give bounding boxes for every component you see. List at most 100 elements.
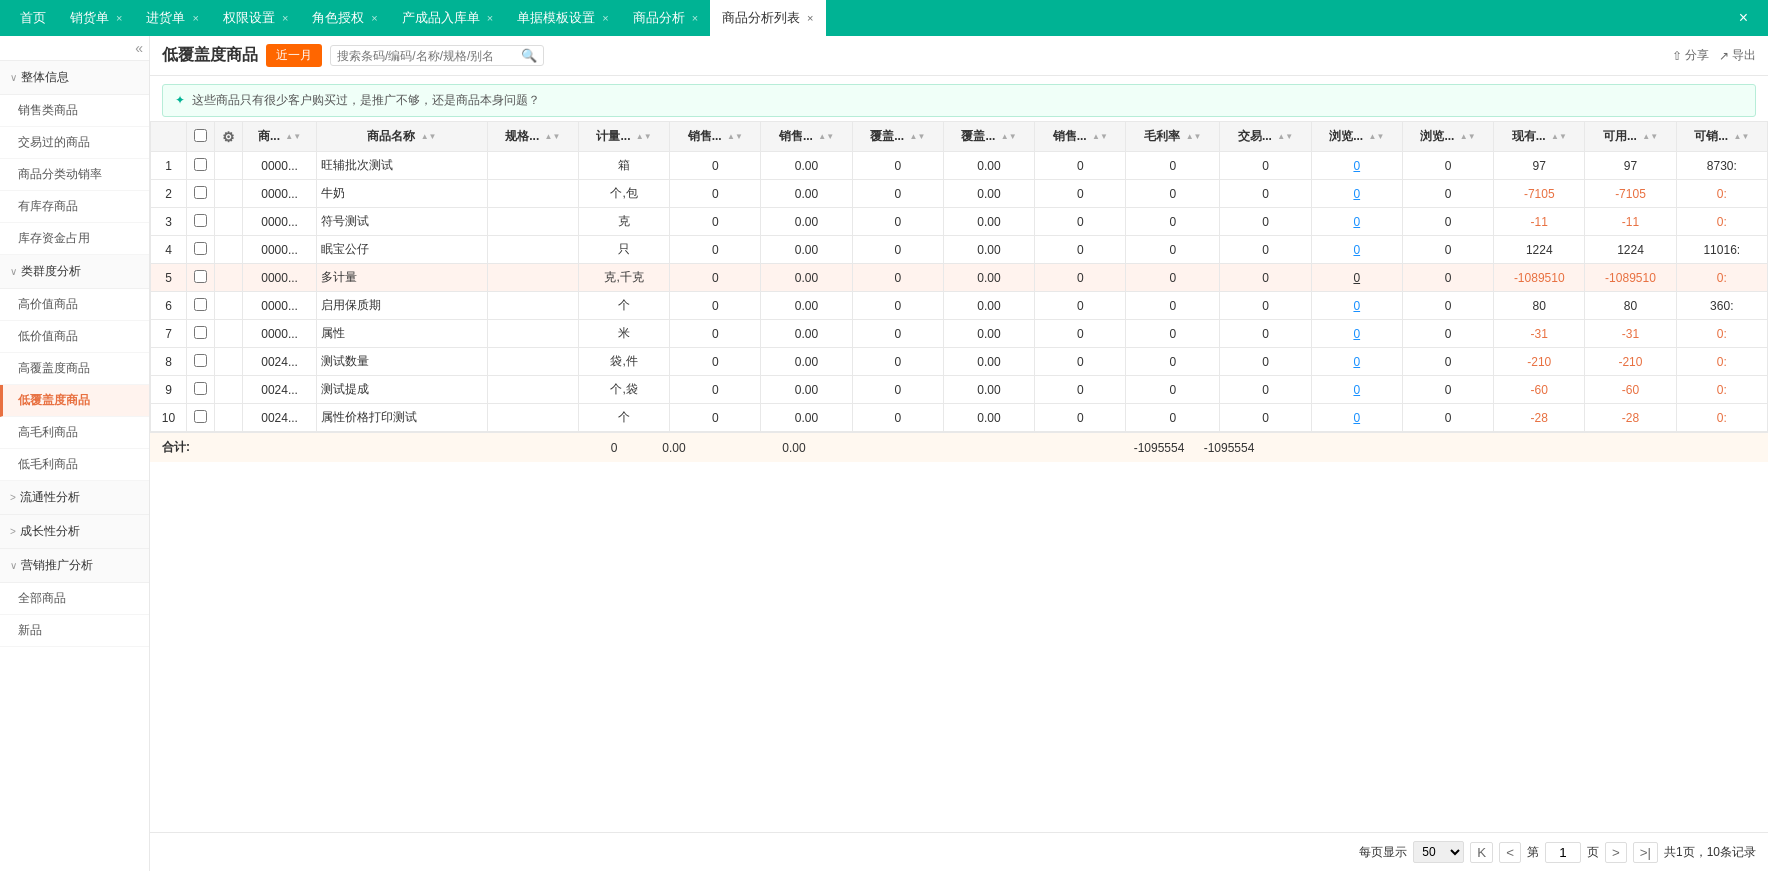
sidebar-collapse-button[interactable]: « — [0, 36, 149, 61]
row-checkbox[interactable] — [194, 298, 207, 311]
sidebar-item-category-rate[interactable]: 商品分类动销率 — [0, 159, 149, 191]
row-browse1[interactable]: 0 — [1311, 320, 1402, 348]
row-browse1[interactable]: 0 — [1311, 404, 1402, 432]
col-sellable[interactable]: 可销... ▲▼ — [1676, 122, 1767, 152]
sidebar-group-category-analysis[interactable]: ∨ 类群度分析 — [0, 255, 149, 289]
row-checkbox-cell[interactable] — [187, 208, 215, 236]
col-spec[interactable]: 规格... ▲▼ — [487, 122, 578, 152]
col-settings[interactable]: ⚙ — [215, 122, 243, 152]
row-browse1[interactable]: 0 — [1311, 180, 1402, 208]
row-checkbox-cell[interactable] — [187, 320, 215, 348]
sidebar-item-traded-products[interactable]: 交易过的商品 — [0, 127, 149, 159]
nav-purchase-order[interactable]: 进货单 × — [134, 0, 210, 36]
col-margin[interactable]: 毛利率 ▲▼ — [1126, 122, 1220, 152]
nav-sales-order[interactable]: 销货单 × — [58, 0, 134, 36]
row-browse1[interactable]: 0 — [1311, 264, 1402, 292]
sidebar-group-growth[interactable]: > 成长性分析 — [0, 515, 149, 549]
nav-close-icon[interactable]: × — [371, 0, 377, 36]
col-code[interactable]: 商... ▲▼ — [243, 122, 317, 152]
nav-close-icon[interactable]: × — [487, 0, 493, 36]
col-sales2[interactable]: 销售... ▲▼ — [1035, 122, 1126, 152]
sidebar-item-new-products[interactable]: 新品 — [0, 615, 149, 647]
share-button[interactable]: ⇧ 分享 — [1672, 47, 1709, 64]
row-checkbox-cell[interactable] — [187, 348, 215, 376]
row-checkbox[interactable] — [194, 410, 207, 423]
sidebar-group-marketing[interactable]: ∨ 营销推广分析 — [0, 549, 149, 583]
row-checkbox[interactable] — [194, 270, 207, 283]
row-checkbox-cell[interactable] — [187, 404, 215, 432]
col-current[interactable]: 现有... ▲▼ — [1494, 122, 1585, 152]
row-checkbox-cell[interactable] — [187, 292, 215, 320]
prev-page-button[interactable]: < — [1499, 842, 1521, 863]
row-checkbox-cell[interactable] — [187, 376, 215, 404]
col-trade[interactable]: 交易... ▲▼ — [1220, 122, 1311, 152]
search-icon[interactable]: 🔍 — [521, 48, 537, 63]
row-checkbox[interactable] — [194, 214, 207, 227]
last-page-button[interactable]: >| — [1633, 842, 1658, 863]
window-close-button[interactable]: × — [1727, 9, 1760, 27]
row-browse1[interactable]: 0 — [1311, 236, 1402, 264]
nav-template-settings[interactable]: 单据模板设置 × — [505, 0, 620, 36]
nav-close-icon[interactable]: × — [192, 0, 198, 36]
select-all-checkbox[interactable] — [194, 129, 207, 142]
sidebar-item-low-coverage[interactable]: 低覆盖度商品 — [0, 385, 149, 417]
sidebar-group-liquidity[interactable]: > 流通性分析 — [0, 481, 149, 515]
nav-home[interactable]: 首页 — [8, 0, 58, 36]
row-browse1[interactable]: 0 — [1311, 152, 1402, 180]
sidebar-item-high-margin[interactable]: 高毛利商品 — [0, 417, 149, 449]
row-browse1[interactable]: 0 — [1311, 348, 1402, 376]
sidebar-item-sales-products[interactable]: 销售类商品 — [0, 95, 149, 127]
row-browse2: 0 — [1402, 404, 1493, 432]
row-checkbox-cell[interactable] — [187, 236, 215, 264]
col-cover1[interactable]: 覆盖... ▲▼ — [852, 122, 943, 152]
sidebar-item-low-margin[interactable]: 低毛利商品 — [0, 449, 149, 481]
row-checkbox[interactable] — [194, 242, 207, 255]
col-name[interactable]: 商品名称 ▲▼ — [317, 122, 488, 152]
col-browse1[interactable]: 浏览... ▲▼ — [1311, 122, 1402, 152]
sidebar-item-high-coverage[interactable]: 高覆盖度商品 — [0, 353, 149, 385]
row-browse1[interactable]: 0 — [1311, 208, 1402, 236]
row-checkbox-cell[interactable] — [187, 180, 215, 208]
nav-close-icon[interactable]: × — [282, 0, 288, 36]
first-page-button[interactable]: K — [1470, 842, 1493, 863]
sidebar-item-low-value[interactable]: 低价值商品 — [0, 321, 149, 353]
next-page-button[interactable]: > — [1605, 842, 1627, 863]
export-button[interactable]: ↗ 导出 — [1719, 47, 1756, 64]
nav-close-icon[interactable]: × — [807, 0, 813, 36]
row-browse1[interactable]: 0 — [1311, 376, 1402, 404]
col-unit[interactable]: 计量... ▲▼ — [578, 122, 669, 152]
nav-close-icon[interactable]: × — [116, 0, 122, 36]
nav-close-icon[interactable]: × — [692, 0, 698, 36]
row-checkbox-cell[interactable] — [187, 264, 215, 292]
col-available[interactable]: 可用... ▲▼ — [1585, 122, 1676, 152]
nav-product-warehouse[interactable]: 产成品入库单 × — [390, 0, 505, 36]
sidebar-item-inventory-capital[interactable]: 库存资金占用 — [0, 223, 149, 255]
nav-product-analysis[interactable]: 商品分析 × — [621, 0, 710, 36]
search-input[interactable] — [337, 49, 517, 63]
row-checkbox[interactable] — [194, 382, 207, 395]
sidebar-item-all-products[interactable]: 全部商品 — [0, 583, 149, 615]
row-browse1[interactable]: 0 — [1311, 292, 1402, 320]
nav-close-icon[interactable]: × — [602, 0, 608, 36]
per-page-select[interactable]: 50 20 100 — [1413, 841, 1464, 863]
nav-permission-settings[interactable]: 权限设置 × — [211, 0, 300, 36]
sidebar-item-high-value[interactable]: 高价值商品 — [0, 289, 149, 321]
row-checkbox-cell[interactable] — [187, 152, 215, 180]
page-suffix: 页 — [1587, 844, 1599, 861]
col-browse2[interactable]: 浏览... ▲▼ — [1402, 122, 1493, 152]
col-sales-qty[interactable]: 销售... ▲▼ — [670, 122, 761, 152]
col-cover2[interactable]: 覆盖... ▲▼ — [943, 122, 1034, 152]
row-checkbox[interactable] — [194, 326, 207, 339]
row-checkbox[interactable] — [194, 186, 207, 199]
row-checkbox[interactable] — [194, 158, 207, 171]
row-spec — [487, 320, 578, 348]
row-checkbox[interactable] — [194, 354, 207, 367]
nav-role-auth[interactable]: 角色授权 × — [300, 0, 389, 36]
nav-product-analysis-list[interactable]: 商品分析列表 × — [710, 0, 825, 36]
date-filter-button[interactable]: 近一月 — [266, 44, 322, 67]
col-sales-amt[interactable]: 销售... ▲▼ — [761, 122, 852, 152]
sidebar-group-overall[interactable]: ∨ 整体信息 — [0, 61, 149, 95]
column-settings-icon[interactable]: ⚙ — [222, 129, 235, 145]
sidebar-item-stocked-products[interactable]: 有库存商品 — [0, 191, 149, 223]
page-number-input[interactable] — [1545, 842, 1581, 863]
